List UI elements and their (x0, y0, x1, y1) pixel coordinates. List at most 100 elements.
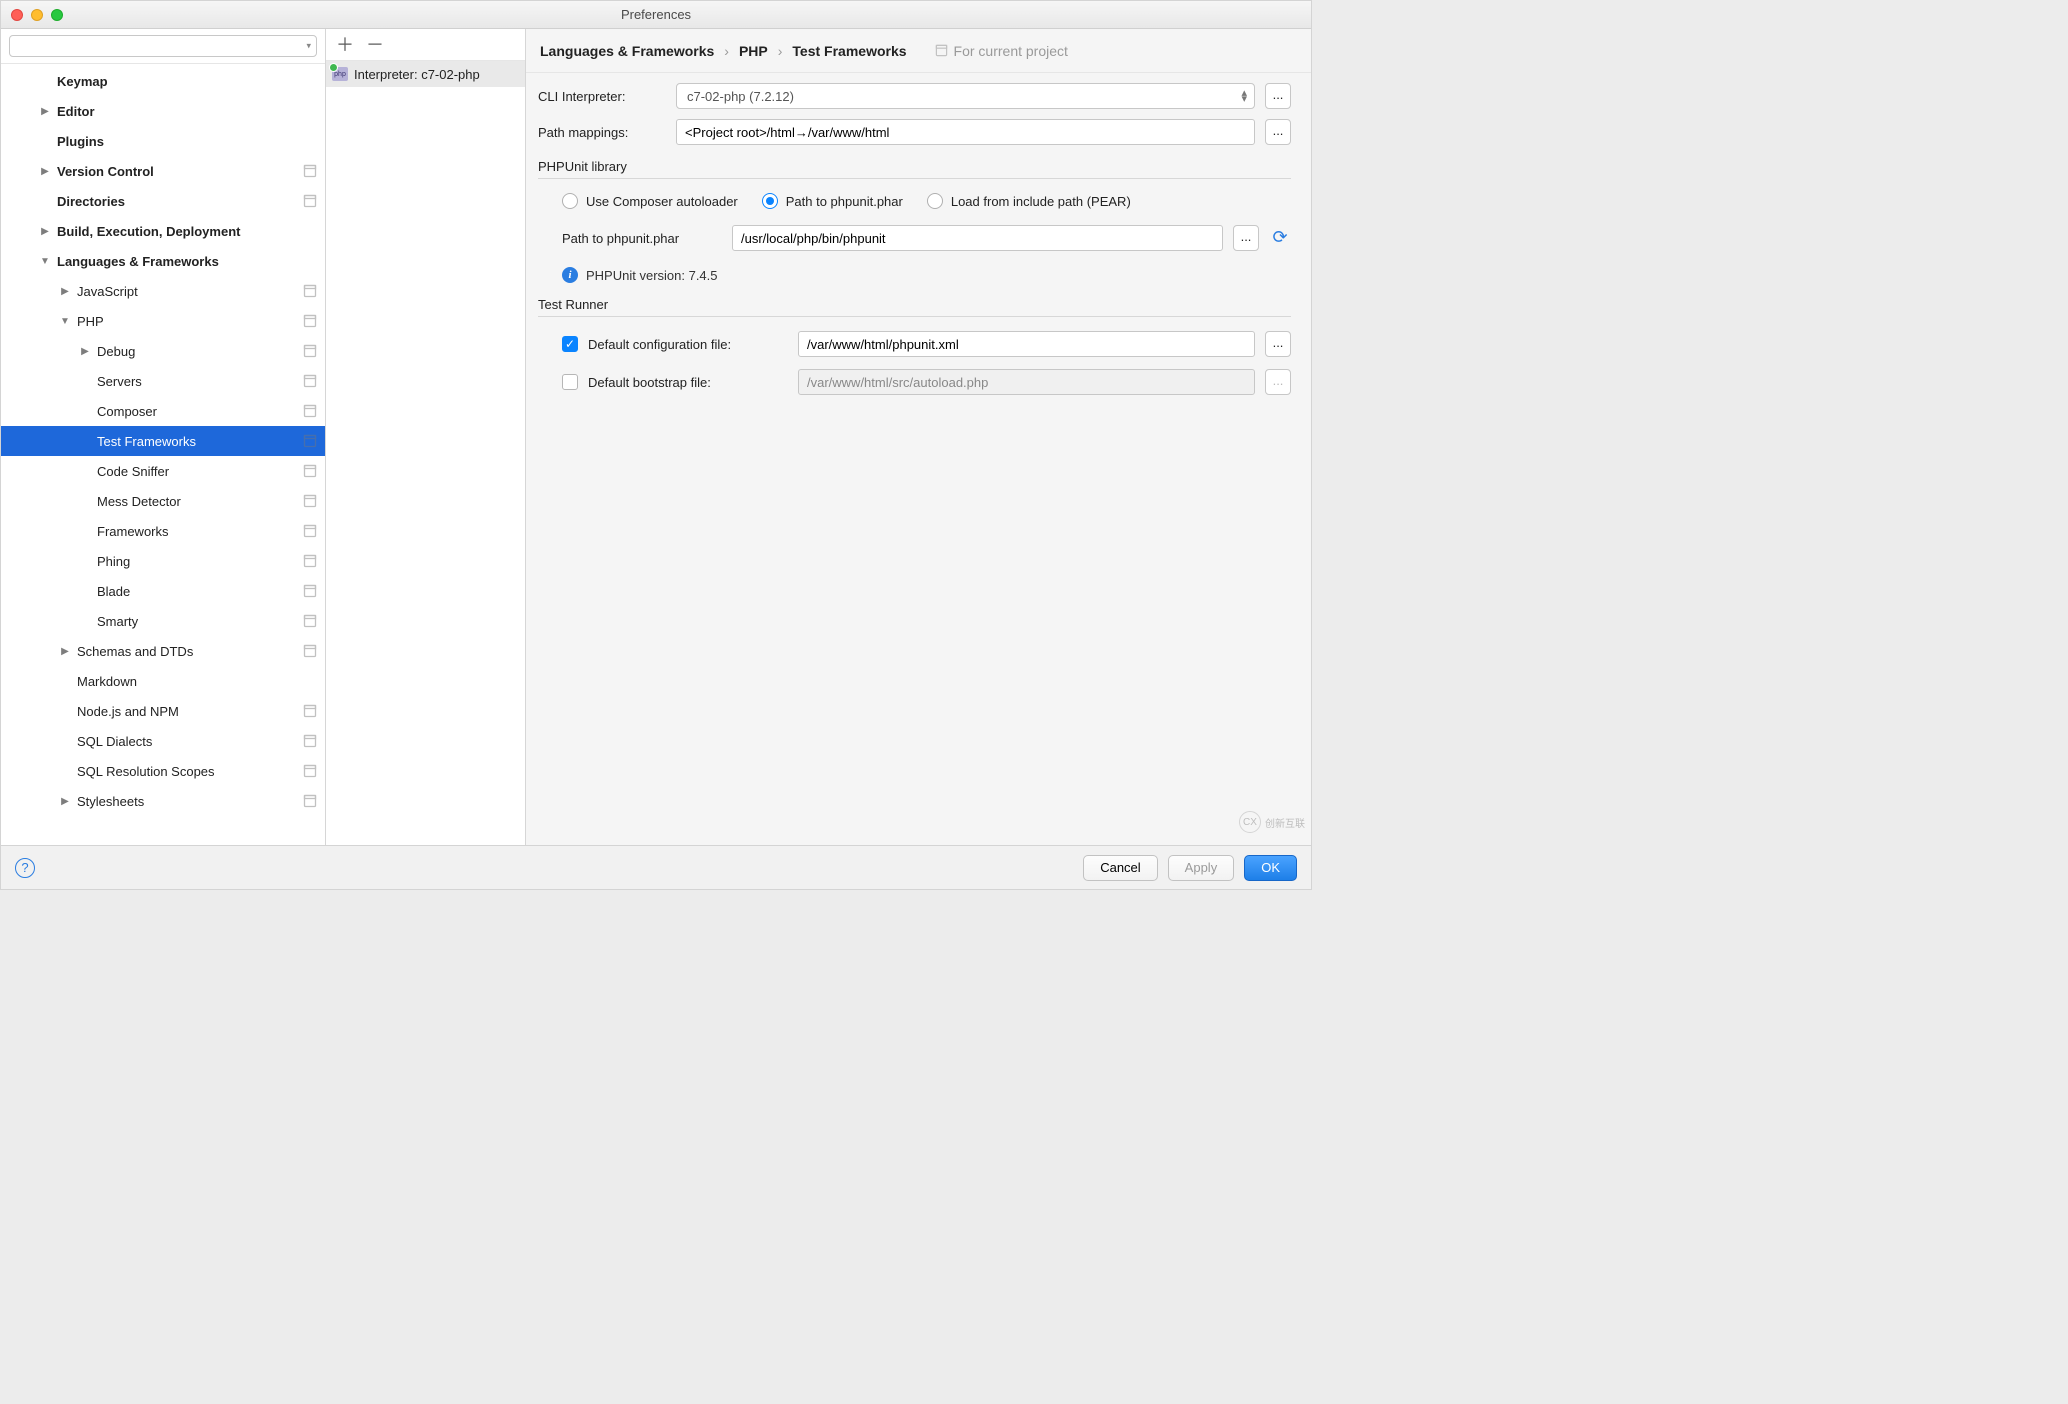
cli-interpreter-select[interactable]: c7-02-php (7.2.12) (676, 83, 1255, 109)
tree-item[interactable]: Keymap (1, 66, 325, 96)
radio-composer-autoloader[interactable]: Use Composer autoloader (562, 193, 738, 209)
refresh-icon[interactable]: ⟳ (1269, 227, 1291, 249)
chevron-right-icon: › (724, 43, 729, 59)
test-runner-group-title: Test Runner (538, 297, 1291, 317)
tree-item[interactable]: Directories (1, 186, 325, 216)
phpunit-library-radios: Use Composer autoloader Path to phpunit.… (538, 193, 1291, 209)
tree-item[interactable]: Markdown (1, 666, 325, 696)
project-scope-icon (303, 794, 317, 808)
tree-item[interactable]: Servers (1, 366, 325, 396)
details-panel: Languages & Frameworks › PHP › Test Fram… (526, 29, 1311, 845)
path-mappings-label: Path mappings: (538, 125, 666, 140)
cancel-button[interactable]: Cancel (1083, 855, 1157, 881)
tree-item[interactable]: Test Frameworks (1, 426, 325, 456)
tree-item[interactable]: ▶ Debug (1, 336, 325, 366)
project-scope-icon (303, 764, 317, 778)
search-input[interactable] (9, 35, 317, 57)
apply-button[interactable]: Apply (1168, 855, 1235, 881)
chevron-right-icon[interactable]: ▶ (59, 646, 71, 657)
breadcrumb: Languages & Frameworks › PHP › Test Fram… (526, 29, 1311, 73)
project-scope-icon (303, 554, 317, 568)
chevron-down-icon[interactable]: ▼ (39, 256, 51, 267)
tree-item[interactable]: Composer (1, 396, 325, 426)
radio-include-path[interactable]: Load from include path (PEAR) (927, 193, 1131, 209)
phpunit-library-group-title: PHPUnit library (538, 159, 1291, 179)
tree-item-label: Markdown (77, 674, 325, 689)
tree-item[interactable]: ▶ Version Control (1, 156, 325, 186)
dialog-footer: ? Cancel Apply OK (1, 845, 1311, 889)
chevron-right-icon[interactable]: ▶ (39, 166, 51, 177)
tree-item[interactable]: Blade (1, 576, 325, 606)
php-icon: php (332, 67, 348, 81)
tree-item[interactable]: Plugins (1, 126, 325, 156)
chevron-right-icon[interactable]: ▶ (39, 106, 51, 117)
select-caret-icon: ▴▾ (1241, 90, 1247, 102)
tree-item[interactable]: Phing (1, 546, 325, 576)
close-icon[interactable] (11, 9, 23, 21)
tree-item[interactable]: Smarty (1, 606, 325, 636)
breadcrumb-seg[interactable]: Languages & Frameworks (540, 43, 714, 59)
project-scope-icon (303, 704, 317, 718)
breadcrumb-seg[interactable]: PHP (739, 43, 768, 59)
tree-item[interactable]: ▶Build, Execution, Deployment (1, 216, 325, 246)
tree-item[interactable]: ▶Schemas and DTDs (1, 636, 325, 666)
tree-item-label: Debug (97, 344, 303, 359)
default-config-input[interactable] (798, 331, 1255, 357)
minimize-icon[interactable] (31, 9, 43, 21)
project-scope-icon (303, 524, 317, 538)
tree-item[interactable]: ▶Editor (1, 96, 325, 126)
project-scope-icon (303, 464, 317, 478)
tree-item[interactable]: Node.js and NPM (1, 696, 325, 726)
chevron-right-icon: › (778, 43, 783, 59)
chevron-right-icon[interactable]: ▶ (79, 346, 91, 357)
tree-item-label: Node.js and NPM (77, 704, 303, 719)
project-scope-icon (303, 374, 317, 388)
tree-item[interactable]: ▼ Languages & Frameworks (1, 246, 325, 276)
project-scope-icon (303, 284, 317, 298)
settings-tree[interactable]: Keymap ▶EditorPlugins ▶ Version Control Dire… (1, 64, 325, 845)
chevron-down-icon[interactable]: ▼ (59, 316, 71, 327)
framework-list-item[interactable]: php Interpreter: c7-02-php (326, 61, 525, 87)
help-button[interactable]: ? (15, 858, 35, 878)
project-scope-icon (935, 44, 948, 57)
tree-item[interactable]: Frameworks (1, 516, 325, 546)
add-button[interactable]: ＋ (336, 36, 354, 54)
ok-button[interactable]: OK (1244, 855, 1297, 881)
cli-interpreter-browse-button[interactable]: ... (1265, 83, 1291, 109)
project-scope-icon (303, 584, 317, 598)
tree-item-label: Mess Detector (97, 494, 303, 509)
tree-item[interactable]: ▶JavaScript (1, 276, 325, 306)
project-scope-icon (303, 434, 317, 448)
maximize-icon[interactable] (51, 9, 63, 21)
chevron-right-icon[interactable]: ▶ (59, 796, 71, 807)
remove-button[interactable]: － (366, 36, 384, 54)
default-config-checkbox[interactable]: ✓ (562, 336, 578, 352)
path-mappings-browse-button[interactable]: ... (1265, 119, 1291, 145)
tree-item[interactable]: ▶Stylesheets (1, 786, 325, 816)
tree-item-label: Blade (97, 584, 303, 599)
info-icon: i (562, 267, 578, 283)
tree-item-label: SQL Dialects (77, 734, 303, 749)
default-bootstrap-checkbox[interactable] (562, 374, 578, 390)
chevron-right-icon[interactable]: ▶ (59, 286, 71, 297)
default-config-browse-button[interactable]: ... (1265, 331, 1291, 357)
chevron-right-icon[interactable]: ▶ (39, 226, 51, 237)
tree-item[interactable]: Code Sniffer (1, 456, 325, 486)
radio-phpunit-phar[interactable]: Path to phpunit.phar (762, 193, 903, 209)
tree-item[interactable]: SQL Resolution Scopes (1, 756, 325, 786)
titlebar: Preferences (1, 1, 1311, 29)
path-mappings-input[interactable] (676, 119, 1255, 145)
tree-item[interactable]: Mess Detector (1, 486, 325, 516)
tree-item-label: Languages & Frameworks (57, 254, 325, 269)
frameworks-toolbar: ＋ － (326, 29, 525, 61)
tree-item-label: Keymap (57, 74, 325, 89)
tree-item-label: Version Control (57, 164, 303, 179)
tree-item-label: SQL Resolution Scopes (77, 764, 303, 779)
phpunit-phar-browse-button[interactable]: ... (1233, 225, 1259, 251)
radio-icon (562, 193, 578, 209)
frameworks-list-panel: ＋ － php Interpreter: c7-02-php (326, 29, 526, 845)
phpunit-phar-path-input[interactable] (732, 225, 1223, 251)
tree-item[interactable]: ▼PHP (1, 306, 325, 336)
tree-item[interactable]: SQL Dialects (1, 726, 325, 756)
default-bootstrap-browse-button: ... (1265, 369, 1291, 395)
